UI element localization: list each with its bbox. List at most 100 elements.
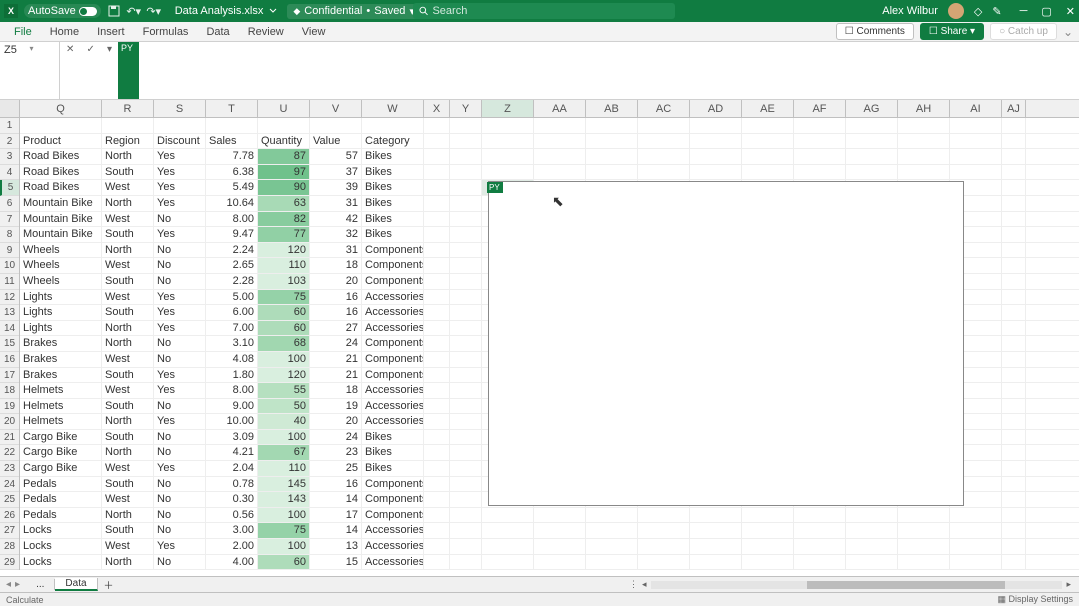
cell[interactable] (1002, 508, 1026, 523)
column-header-X[interactable]: X (424, 100, 450, 117)
cell[interactable]: Accessories (362, 383, 424, 398)
cell[interactable]: 37 (310, 165, 362, 180)
cell[interactable] (794, 508, 846, 523)
cell[interactable]: No (154, 477, 206, 492)
cell[interactable]: Yes (154, 368, 206, 383)
row-header-19[interactable]: 19 (0, 399, 19, 415)
cell[interactable]: 97 (258, 165, 310, 180)
cell[interactable]: 4.00 (206, 555, 258, 570)
cell[interactable] (534, 134, 586, 149)
cell[interactable]: Pedals (20, 477, 102, 492)
cell[interactable] (450, 165, 482, 180)
cell[interactable]: Accessories (362, 523, 424, 538)
tab-data[interactable]: Data (198, 23, 237, 41)
display-settings[interactable]: ▦ Display Settings (997, 594, 1073, 605)
cell[interactable]: No (154, 336, 206, 351)
cell[interactable] (794, 149, 846, 164)
cell[interactable] (424, 243, 450, 258)
cell[interactable]: 27 (310, 321, 362, 336)
cell[interactable] (1002, 321, 1026, 336)
filename-dropdown-icon[interactable] (269, 7, 277, 15)
cell[interactable] (424, 227, 450, 242)
cell[interactable]: 39 (310, 180, 362, 195)
cell[interactable]: West (102, 539, 154, 554)
cell[interactable] (424, 461, 450, 476)
cell[interactable] (846, 118, 898, 133)
cell[interactable] (206, 118, 258, 133)
row-header-8[interactable]: 8 (0, 227, 19, 243)
cell[interactable]: 120 (258, 368, 310, 383)
cell[interactable]: 6.00 (206, 305, 258, 320)
cell[interactable]: 14 (310, 523, 362, 538)
cell[interactable]: No (154, 352, 206, 367)
accept-formula-icon[interactable]: ✓ (86, 44, 94, 55)
cell[interactable]: 4.21 (206, 445, 258, 460)
cell[interactable] (690, 134, 742, 149)
cell[interactable] (1002, 290, 1026, 305)
cell[interactable]: Region (102, 134, 154, 149)
cell[interactable]: West (102, 352, 154, 367)
cell[interactable] (450, 539, 482, 554)
cell[interactable]: 50 (258, 399, 310, 414)
cell[interactable] (898, 134, 950, 149)
cell[interactable]: Bikes (362, 227, 424, 242)
cell[interactable]: Lights (20, 321, 102, 336)
cell[interactable]: Components (362, 274, 424, 289)
cell[interactable] (794, 555, 846, 570)
cell[interactable]: Helmets (20, 399, 102, 414)
row-header-24[interactable]: 24 (0, 477, 19, 493)
cell[interactable]: Road Bikes (20, 149, 102, 164)
sheet-tab-overflow[interactable]: ... (26, 579, 55, 590)
cell[interactable]: 16 (310, 305, 362, 320)
cell[interactable]: South (102, 368, 154, 383)
cell[interactable] (424, 383, 450, 398)
cell[interactable]: South (102, 399, 154, 414)
cell[interactable] (482, 539, 534, 554)
cell[interactable] (424, 180, 450, 195)
toggle-switch[interactable] (79, 7, 97, 16)
cell[interactable]: Bikes (362, 212, 424, 227)
cell[interactable]: Locks (20, 539, 102, 554)
cell[interactable]: Yes (154, 461, 206, 476)
cell[interactable] (950, 523, 1002, 538)
cell[interactable]: 67 (258, 445, 310, 460)
cell[interactable] (450, 305, 482, 320)
cell[interactable] (1002, 149, 1026, 164)
cell[interactable] (1002, 368, 1026, 383)
cell[interactable]: 18 (310, 383, 362, 398)
cell[interactable] (424, 196, 450, 211)
cell[interactable]: Accessories (362, 399, 424, 414)
cell[interactable] (638, 134, 690, 149)
cell[interactable] (424, 258, 450, 273)
column-header-AG[interactable]: AG (846, 100, 898, 117)
autosave-toggle[interactable]: AutoSave (24, 4, 101, 18)
sensitivity-label[interactable]: ◆ Confidential • Saved ▾ (287, 4, 421, 19)
save-icon[interactable] (107, 4, 121, 18)
cell[interactable] (846, 523, 898, 538)
cell[interactable] (638, 539, 690, 554)
cell[interactable]: Bikes (362, 430, 424, 445)
cell[interactable] (742, 555, 794, 570)
user-name[interactable]: Alex Wilbur (882, 5, 938, 17)
cell[interactable]: 31 (310, 243, 362, 258)
cell[interactable]: 24 (310, 430, 362, 445)
cell[interactable] (450, 321, 482, 336)
cell[interactable]: Bikes (362, 180, 424, 195)
cell[interactable]: 13 (310, 539, 362, 554)
cell[interactable] (482, 149, 534, 164)
row-header-4[interactable]: 4 (0, 165, 19, 181)
column-header-AE[interactable]: AE (742, 100, 794, 117)
row-header-18[interactable]: 18 (0, 383, 19, 399)
cell[interactable] (794, 523, 846, 538)
cell[interactable]: 3.00 (206, 523, 258, 538)
cell[interactable]: West (102, 258, 154, 273)
cell[interactable]: West (102, 461, 154, 476)
column-header-T[interactable]: T (206, 100, 258, 117)
cell[interactable] (424, 149, 450, 164)
cell[interactable]: No (154, 243, 206, 258)
cell[interactable] (638, 523, 690, 538)
ribbon-expand-icon[interactable]: ⌄ (1063, 25, 1073, 39)
cell[interactable] (450, 383, 482, 398)
cell[interactable]: 5.00 (206, 290, 258, 305)
cell[interactable] (424, 134, 450, 149)
